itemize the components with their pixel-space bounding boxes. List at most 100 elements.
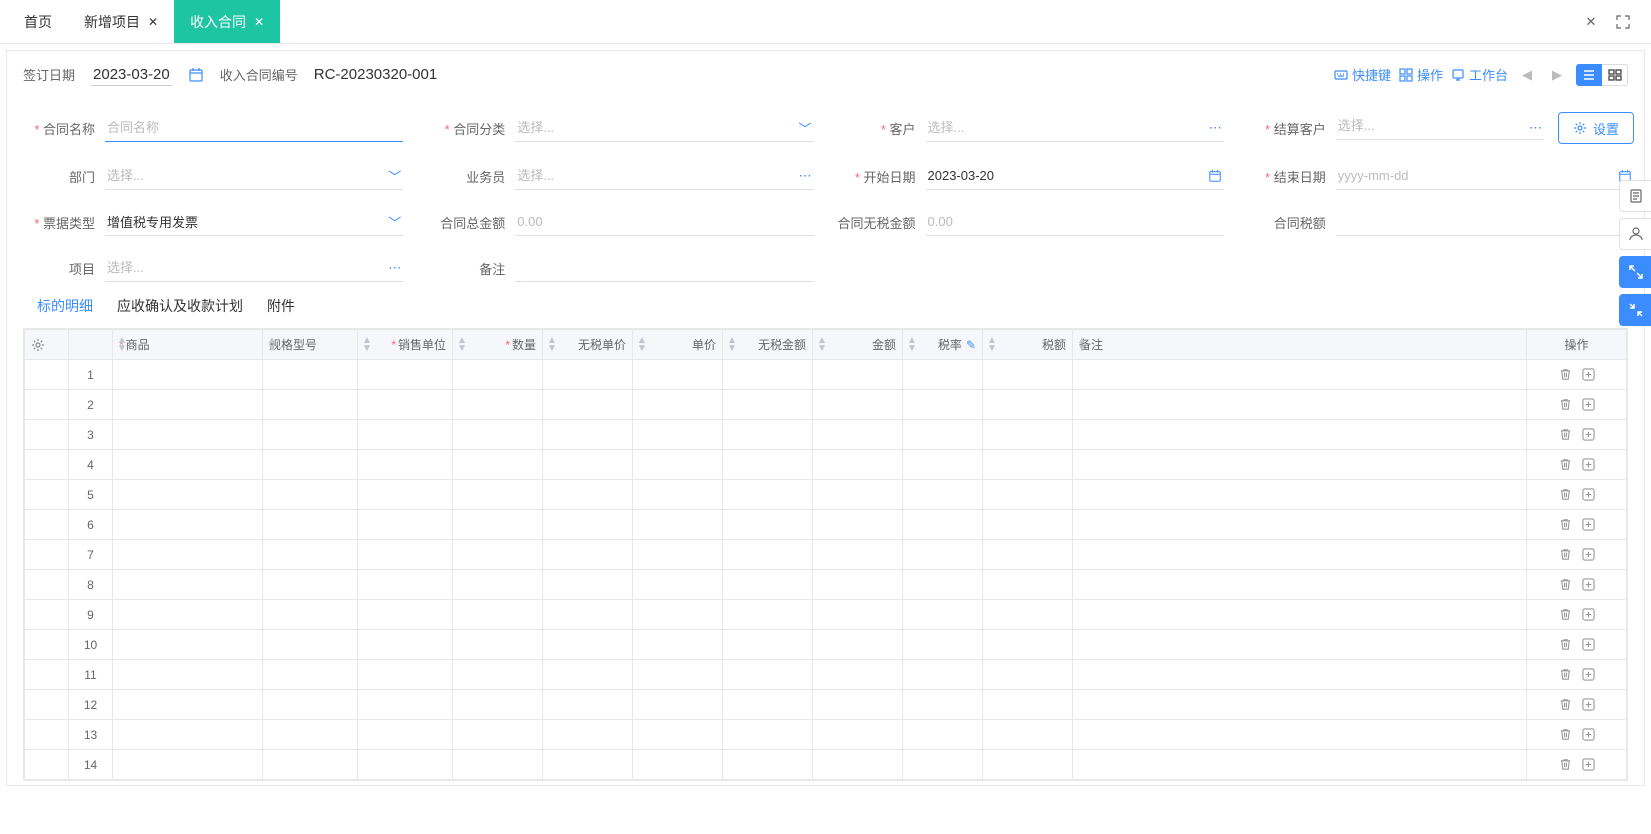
add-row-icon[interactable] — [1582, 428, 1595, 441]
start-date-input[interactable] — [926, 162, 1224, 190]
delete-icon[interactable] — [1559, 638, 1572, 651]
delete-icon[interactable] — [1559, 758, 1572, 771]
add-row-icon[interactable] — [1582, 368, 1595, 381]
department-select[interactable] — [105, 162, 403, 190]
calendar-icon[interactable] — [188, 67, 204, 83]
prev-icon[interactable]: ◀ — [1516, 64, 1538, 86]
more-icon[interactable]: ⋯ — [1209, 120, 1222, 136]
add-row-icon[interactable] — [1582, 518, 1595, 531]
side-user-icon[interactable] — [1619, 218, 1651, 250]
add-row-icon[interactable] — [1582, 398, 1595, 411]
tab-income-contract[interactable]: 收入合同 ✕ — [174, 0, 280, 43]
th-product[interactable]: ▲▼商品 — [113, 330, 263, 360]
more-icon[interactable]: ⋯ — [799, 168, 812, 184]
add-row-icon[interactable] — [1582, 668, 1595, 681]
add-row-icon[interactable] — [1582, 758, 1595, 771]
delete-icon[interactable] — [1559, 698, 1572, 711]
add-row-icon[interactable] — [1582, 638, 1595, 651]
add-row-icon[interactable] — [1582, 728, 1595, 741]
delete-icon[interactable] — [1559, 428, 1572, 441]
delete-icon[interactable] — [1559, 728, 1572, 741]
th-tax-rate[interactable]: ▲▼税率✎ — [903, 330, 983, 360]
invoice-type-select[interactable] — [105, 208, 403, 236]
table-row[interactable]: 11 — [25, 660, 1627, 690]
more-icon[interactable]: ⋯ — [1529, 120, 1542, 136]
add-row-icon[interactable] — [1582, 698, 1595, 711]
delete-icon[interactable] — [1559, 488, 1572, 501]
add-row-icon[interactable] — [1582, 458, 1595, 471]
table-row[interactable]: 13 — [25, 720, 1627, 750]
delete-icon[interactable] — [1559, 368, 1572, 381]
project-select[interactable] — [105, 254, 403, 282]
table-row[interactable]: 14 — [25, 750, 1627, 780]
delete-icon[interactable] — [1559, 608, 1572, 621]
add-row-icon[interactable] — [1582, 578, 1595, 591]
th-amount[interactable]: ▲▼金额 — [813, 330, 903, 360]
chevron-down-icon[interactable]: ﹀ — [388, 167, 401, 186]
edit-icon[interactable]: ✎ — [966, 338, 976, 352]
side-note-icon[interactable] — [1619, 180, 1651, 212]
table-row[interactable]: 2 — [25, 390, 1627, 420]
th-notax-price[interactable]: ▲▼无税单价 — [543, 330, 633, 360]
tab-home[interactable]: 首页 — [8, 0, 68, 43]
th-spec[interactable]: ▲▼规格型号 — [263, 330, 358, 360]
table-row[interactable]: 7 — [25, 540, 1627, 570]
chevron-down-icon[interactable]: ﹀ — [798, 119, 811, 138]
table-row[interactable]: 4 — [25, 450, 1627, 480]
th-remark[interactable]: ▲▼备注 — [1073, 330, 1527, 360]
side-collapse-icon[interactable] — [1619, 294, 1651, 326]
more-icon[interactable]: ⋯ — [388, 260, 401, 276]
subtab-attachment[interactable]: 附件 — [267, 296, 295, 320]
settlement-customer-select[interactable] — [1336, 112, 1544, 140]
contract-tax-input[interactable] — [1336, 208, 1634, 236]
sign-date-value[interactable]: 2023-03-20 — [91, 64, 172, 86]
tab-new-project[interactable]: 新增项目 ✕ — [68, 0, 174, 43]
gear-icon[interactable] — [25, 330, 69, 360]
add-row-icon[interactable] — [1582, 488, 1595, 501]
th-tax[interactable]: ▲▼税额 — [983, 330, 1073, 360]
th-unit[interactable]: ▲▼销售单位 — [358, 330, 453, 360]
calendar-icon[interactable] — [1208, 169, 1222, 183]
add-row-icon[interactable] — [1582, 548, 1595, 561]
close-icon[interactable]: ✕ — [148, 15, 158, 29]
table-row[interactable]: 9 — [25, 600, 1627, 630]
table-row[interactable]: 6 — [25, 510, 1627, 540]
delete-icon[interactable] — [1559, 548, 1572, 561]
table-row[interactable]: 3 — [25, 420, 1627, 450]
table-row[interactable]: 10 — [25, 630, 1627, 660]
shortcut-link[interactable]: 快捷键 — [1334, 65, 1391, 84]
delete-icon[interactable] — [1559, 458, 1572, 471]
remark-input[interactable] — [515, 254, 813, 282]
next-icon[interactable]: ▶ — [1546, 64, 1568, 86]
close-icon[interactable]: ✕ — [254, 15, 264, 29]
close-all-icon[interactable]: ✕ — [1579, 10, 1603, 34]
chevron-down-icon[interactable]: ﹀ — [388, 213, 401, 232]
contract-notax-input[interactable] — [926, 208, 1224, 236]
fullscreen-icon[interactable] — [1611, 10, 1635, 34]
operate-link[interactable]: 操作 — [1399, 65, 1443, 84]
th-notax-amount[interactable]: ▲▼无税金额 — [723, 330, 813, 360]
delete-icon[interactable] — [1559, 398, 1572, 411]
customer-select[interactable] — [926, 114, 1224, 142]
table-row[interactable]: 5 — [25, 480, 1627, 510]
workbench-link[interactable]: 工作台 — [1451, 65, 1508, 84]
delete-icon[interactable] — [1559, 578, 1572, 591]
contract-category-select[interactable] — [515, 114, 813, 142]
end-date-input[interactable] — [1336, 162, 1634, 190]
delete-icon[interactable] — [1559, 518, 1572, 531]
delete-icon[interactable] — [1559, 668, 1572, 681]
th-qty[interactable]: ▲▼数量 — [453, 330, 543, 360]
subtab-detail[interactable]: 标的明细 — [37, 296, 93, 320]
table-row[interactable]: 12 — [25, 690, 1627, 720]
settings-button[interactable]: 设置 — [1558, 112, 1634, 144]
table-row[interactable]: 8 — [25, 570, 1627, 600]
view-card-button[interactable] — [1602, 64, 1628, 86]
side-expand-icon[interactable] — [1619, 256, 1651, 288]
view-list-button[interactable] — [1576, 64, 1602, 86]
subtab-receivable[interactable]: 应收确认及收款计划 — [117, 296, 243, 320]
salesman-select[interactable] — [515, 162, 813, 190]
add-row-icon[interactable] — [1582, 608, 1595, 621]
contract-total-input[interactable] — [515, 208, 813, 236]
th-price[interactable]: ▲▼单价 — [633, 330, 723, 360]
contract-name-input[interactable] — [105, 114, 403, 142]
